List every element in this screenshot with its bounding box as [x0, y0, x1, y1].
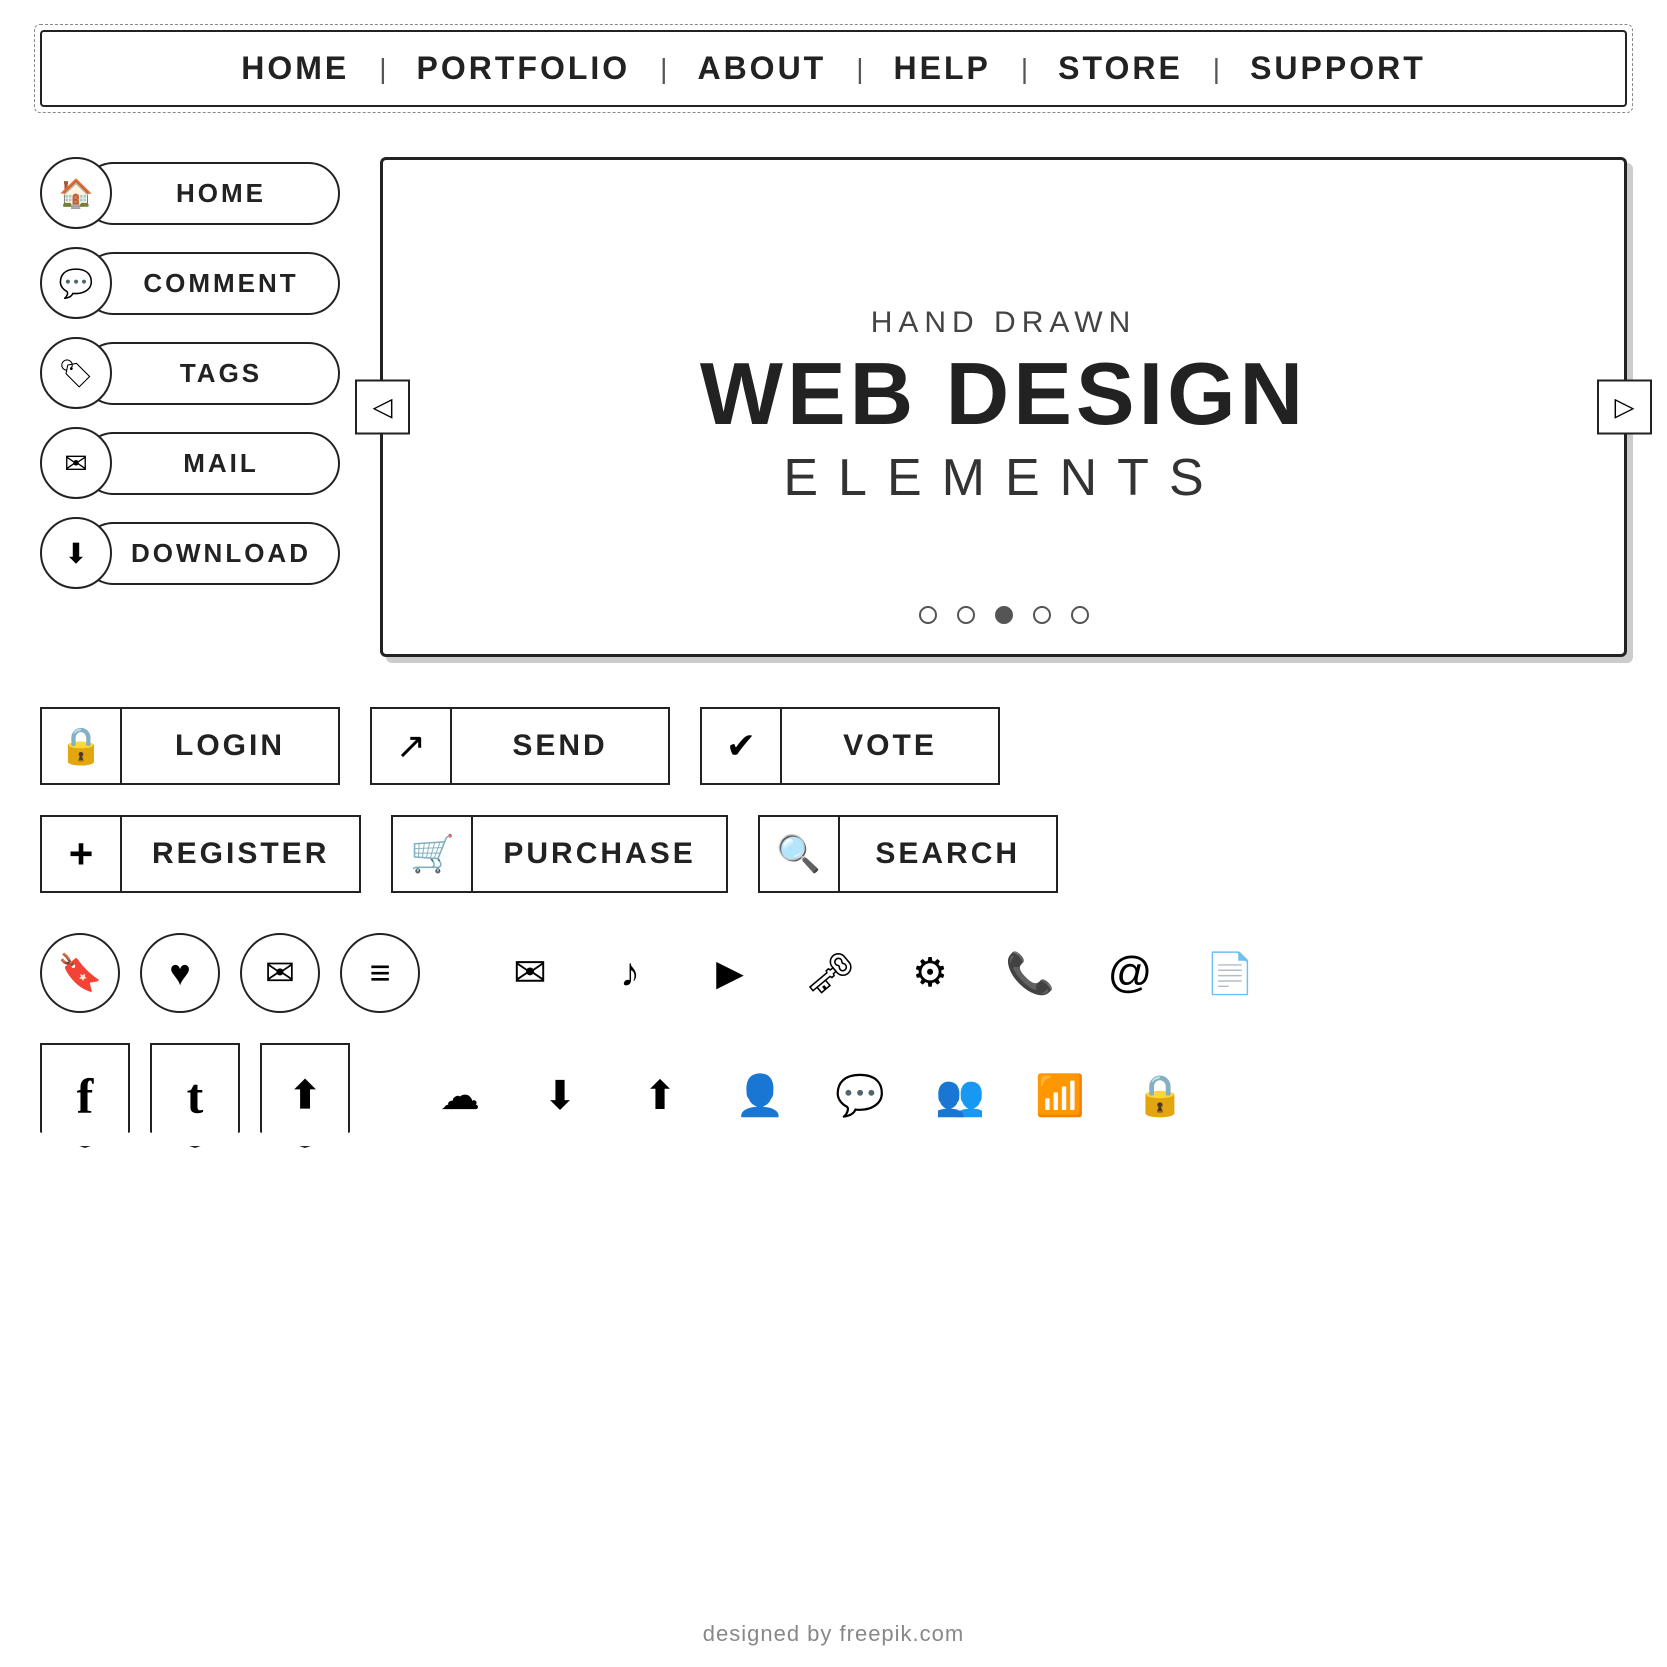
purchase-label: PURCHASE [473, 817, 725, 891]
hero-text: HAND DRAWN WEB DESIGN ELEMENTS [680, 286, 1327, 528]
dot-3[interactable] [995, 606, 1013, 624]
cart-icon: 🛒 [393, 817, 473, 891]
sidebar-btn-comment[interactable]: 💬 COMMENT [40, 247, 340, 319]
phone-icon[interactable]: 📞 [990, 933, 1070, 1013]
sidebar-label-download: DOWNLOAD [82, 522, 340, 585]
sidebar-btn-tags[interactable]: 🏷 TAGS [40, 337, 340, 409]
send-arrow-icon: ↗ [372, 709, 452, 783]
tags-icon: 🏷 [40, 337, 112, 409]
twitter-icon[interactable]: t [150, 1043, 240, 1148]
search-button[interactable]: 🔍 SEARCH [758, 815, 1058, 893]
icon-row-1: 🔖 ♥ ✉ ≡ ✉ ♪ ▶ 🗝 ⚙ 📞 @ 📄 [40, 933, 1627, 1013]
sidebar-btn-mail[interactable]: ✉ MAIL [40, 427, 340, 499]
sidebar-label-home: HOME [82, 162, 340, 225]
dot-5[interactable] [1071, 606, 1089, 624]
plus-icon: + [42, 817, 122, 891]
send-button[interactable]: ↗ SEND [370, 707, 670, 785]
hero-subtitle: HAND DRAWN [700, 306, 1307, 340]
icon-grid: 🔖 ♥ ✉ ≡ ✉ ♪ ▶ 🗝 ⚙ 📞 @ 📄 f t ⬆ ☁ ⬇ ⬆ [40, 933, 1627, 1148]
padlock-icon[interactable]: 🔒 [1120, 1056, 1200, 1136]
mail-icon: ✉ [40, 427, 112, 499]
chat-icon[interactable]: 💬 [820, 1056, 900, 1136]
envelope-circle-icon[interactable]: ✉ [240, 933, 320, 1013]
sidebar-label-comment: COMMENT [82, 252, 340, 315]
hero-slider: ◁ HAND DRAWN WEB DESIGN ELEMENTS ▷ [380, 157, 1627, 657]
wifi-icon[interactable]: 📶 [1020, 1056, 1100, 1136]
search-icon: 🔍 [760, 817, 840, 891]
dot-4[interactable] [1033, 606, 1051, 624]
key-icon[interactable]: 🗝 [790, 933, 870, 1013]
download-icon: ⬇ [40, 517, 112, 589]
watermark: designed by freepik.com [703, 1621, 964, 1647]
login-button[interactable]: 🔒 LOGIN [40, 707, 340, 785]
nav-item-about[interactable]: ABOUT [667, 50, 856, 87]
action-row-2: + REGISTER 🛒 PURCHASE 🔍 SEARCH [40, 815, 1627, 893]
action-row-1: 🔒 LOGIN ↗ SEND ✔ VOTE [40, 707, 1627, 785]
gear-icon[interactable]: ⚙ [890, 933, 970, 1013]
slider-prev-button[interactable]: ◁ [355, 380, 410, 435]
nav-item-store[interactable]: STORE [1028, 50, 1213, 87]
group-icon[interactable]: 👥 [920, 1056, 1000, 1136]
cloud-icon[interactable]: ☁ [420, 1056, 500, 1136]
nav-item-help[interactable]: HELP [864, 50, 1021, 87]
purchase-button[interactable]: 🛒 PURCHASE [391, 815, 727, 893]
dot-2[interactable] [957, 606, 975, 624]
play-icon[interactable]: ▶ [690, 933, 770, 1013]
comment-icon: 💬 [40, 247, 112, 319]
hero-subtitle2: ELEMENTS [700, 448, 1307, 508]
nav-item-portfolio[interactable]: PORTFOLIO [387, 50, 661, 87]
hero-title: WEB DESIGN [700, 350, 1307, 438]
login-label: LOGIN [122, 709, 338, 783]
top-nav: HOME | PORTFOLIO | ABOUT | HELP | STORE … [40, 30, 1627, 107]
checkmark-icon: ✔ [702, 709, 782, 783]
slider-dots [919, 606, 1089, 624]
send-label: SEND [452, 709, 668, 783]
cloud-download-icon[interactable]: ⬇ [520, 1056, 600, 1136]
sidebar-btn-download[interactable]: ⬇ DOWNLOAD [40, 517, 340, 589]
search-label: SEARCH [840, 817, 1056, 891]
share-icon[interactable]: ⬆ [260, 1043, 350, 1148]
sidebar-label-tags: TAGS [82, 342, 340, 405]
register-button[interactable]: + REGISTER [40, 815, 361, 893]
cloud-upload-icon[interactable]: ⬆ [620, 1056, 700, 1136]
facebook-icon[interactable]: f [40, 1043, 130, 1148]
sidebar-nav: 🏠 HOME 💬 COMMENT 🏷 TAGS ✉ MAIL ⬇ DOWNLOA… [40, 157, 340, 657]
dot-1[interactable] [919, 606, 937, 624]
main-area: 🏠 HOME 💬 COMMENT 🏷 TAGS ✉ MAIL ⬇ DOWNLOA… [40, 157, 1627, 657]
nav-item-support[interactable]: SUPPORT [1220, 50, 1456, 87]
vote-label: VOTE [782, 709, 998, 783]
user-icon[interactable]: 👤 [720, 1056, 800, 1136]
document-icon[interactable]: 📄 [1190, 933, 1270, 1013]
vote-button[interactable]: ✔ VOTE [700, 707, 1000, 785]
sidebar-btn-home[interactable]: 🏠 HOME [40, 157, 340, 229]
at-icon[interactable]: @ [1090, 933, 1170, 1013]
nav-item-home[interactable]: HOME [211, 50, 379, 87]
heart-circle-icon[interactable]: ♥ [140, 933, 220, 1013]
sidebar-label-mail: MAIL [82, 432, 340, 495]
music-icon[interactable]: ♪ [590, 933, 670, 1013]
slider-next-button[interactable]: ▷ [1597, 380, 1652, 435]
lock-icon: 🔒 [42, 709, 122, 783]
register-label: REGISTER [122, 817, 359, 891]
bookmark-circle-icon[interactable]: 🔖 [40, 933, 120, 1013]
envelope-icon[interactable]: ✉ [490, 933, 570, 1013]
icon-row-2: f t ⬆ ☁ ⬇ ⬆ 👤 💬 👥 📶 🔒 [40, 1043, 1627, 1148]
menu-circle-icon[interactable]: ≡ [340, 933, 420, 1013]
home-icon: 🏠 [40, 157, 112, 229]
page-wrapper: HOME | PORTFOLIO | ABOUT | HELP | STORE … [0, 0, 1667, 1667]
